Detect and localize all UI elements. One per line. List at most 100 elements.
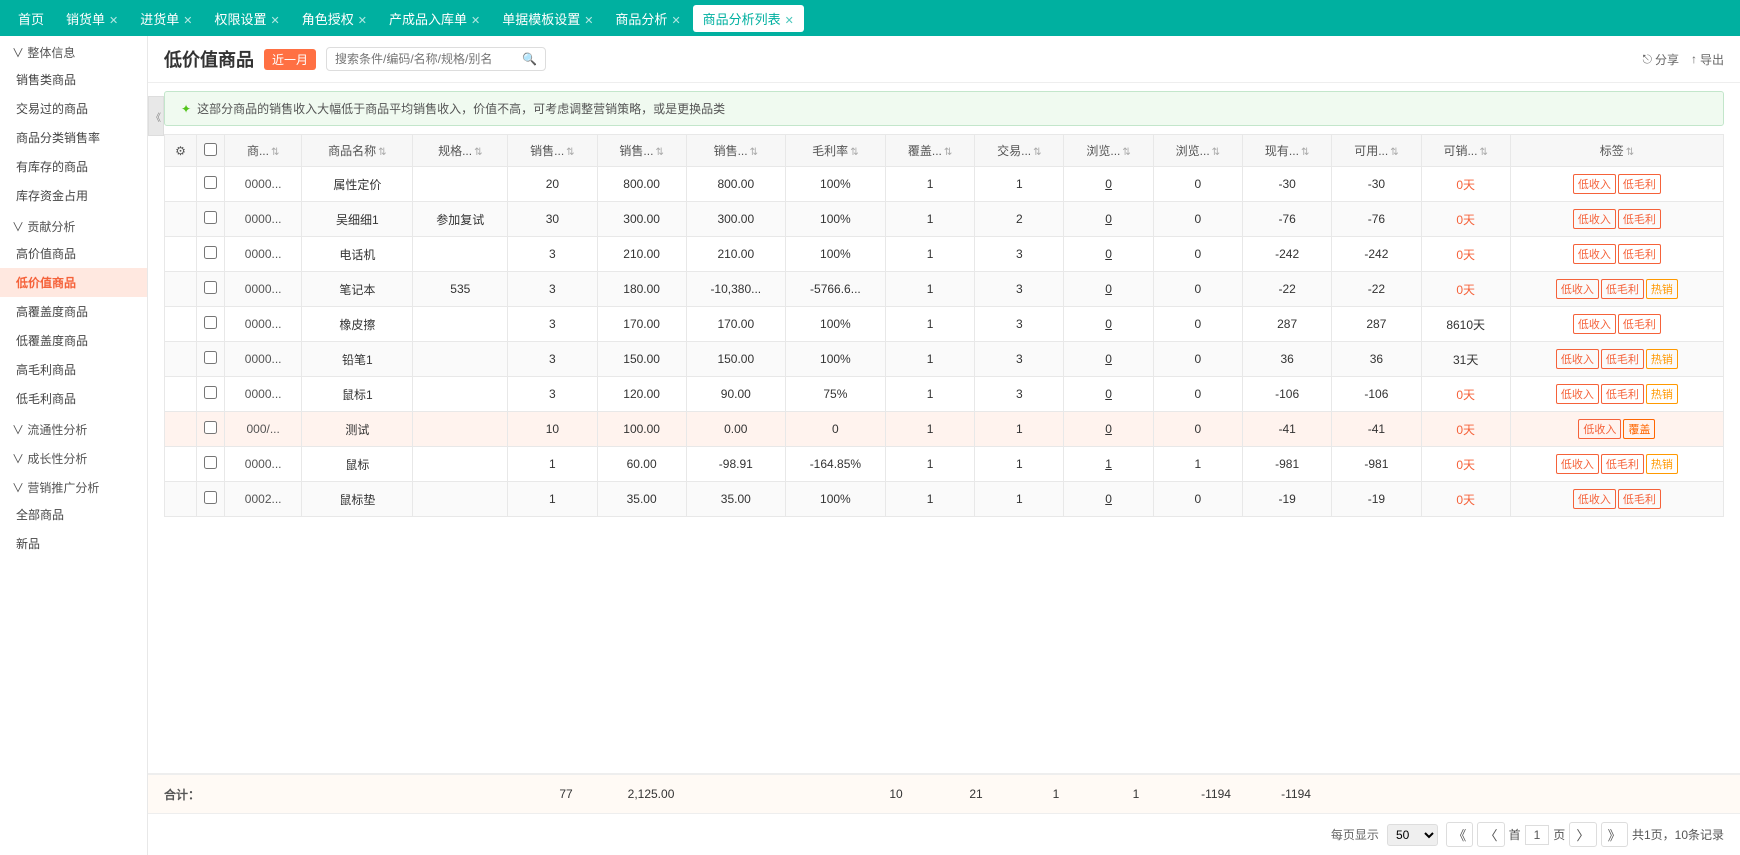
nav-permission-close[interactable]: ✕ <box>271 15 280 27</box>
browse-link[interactable]: 1 <box>1105 457 1112 471</box>
td-checkbox[interactable] <box>197 482 225 517</box>
browse-link[interactable]: 0 <box>1105 422 1112 436</box>
nav-product-analysis-list-close[interactable]: ✕ <box>785 15 794 27</box>
search-input[interactable] <box>335 52 518 66</box>
browse-link[interactable]: 0 <box>1105 492 1112 506</box>
search-icon[interactable]: 🔍 <box>522 52 537 66</box>
nav-template-close[interactable]: ✕ <box>584 15 593 27</box>
td-browse1[interactable]: 0 <box>1064 342 1153 377</box>
nav-product-inbound[interactable]: 产成品入库单✕ <box>379 5 490 32</box>
td-checkbox[interactable] <box>197 447 225 482</box>
row-checkbox[interactable] <box>204 456 217 469</box>
nav-home[interactable]: 首页 <box>8 5 54 32</box>
sidebar-item-all-goods[interactable]: 全部商品 <box>0 500 147 529</box>
th-current[interactable]: 现有...⇅ <box>1243 135 1332 167</box>
td-browse1[interactable]: 1 <box>1064 447 1153 482</box>
th-sales3[interactable]: 销售...⇅ <box>686 135 785 167</box>
browse-link[interactable]: 0 <box>1105 317 1112 331</box>
th-checkbox[interactable] <box>197 135 225 167</box>
row-checkbox[interactable] <box>204 351 217 364</box>
select-all-checkbox[interactable] <box>204 143 217 156</box>
nav-role-close[interactable]: ✕ <box>358 15 367 27</box>
td-browse1[interactable]: 0 <box>1064 482 1153 517</box>
sidebar-collapse-btn[interactable]: 《 <box>148 96 164 136</box>
td-browse1[interactable]: 0 <box>1064 167 1153 202</box>
td-browse1[interactable]: 0 <box>1064 412 1153 447</box>
th-browse1[interactable]: 浏览...⇅ <box>1064 135 1153 167</box>
nav-sales-close[interactable]: ✕ <box>109 15 118 27</box>
td-checkbox[interactable] <box>197 377 225 412</box>
sidebar-item-low-margin[interactable]: 低毛利商品 <box>0 384 147 413</box>
sidebar-item-category-sales[interactable]: 商品分类销售率 <box>0 123 147 152</box>
sidebar-item-high-value[interactable]: 高价值商品 <box>0 239 147 268</box>
td-browse1[interactable]: 0 <box>1064 272 1153 307</box>
th-name[interactable]: 商品名称⇅ <box>302 135 413 167</box>
sidebar-group-liquidity[interactable]: ∨ 流通性分析 <box>0 413 147 442</box>
sidebar-item-traded-goods[interactable]: 交易过的商品 <box>0 94 147 123</box>
td-checkbox[interactable] <box>197 202 225 237</box>
th-margin[interactable]: 毛利率⇅ <box>785 135 885 167</box>
nav-purchase[interactable]: 进货单✕ <box>130 5 202 32</box>
row-checkbox[interactable] <box>204 421 217 434</box>
row-checkbox[interactable] <box>204 386 217 399</box>
page-size-select[interactable]: 50 100 200 <box>1387 824 1438 846</box>
td-browse1[interactable]: 0 <box>1064 307 1153 342</box>
nav-permission[interactable]: 权限设置✕ <box>204 5 289 32</box>
nav-purchase-close[interactable]: ✕ <box>183 15 192 27</box>
th-browse2[interactable]: 浏览...⇅ <box>1153 135 1242 167</box>
th-code[interactable]: 商...⇅ <box>225 135 302 167</box>
th-spec[interactable]: 规格...⇅ <box>413 135 508 167</box>
browse-link[interactable]: 0 <box>1105 352 1112 366</box>
td-browse1[interactable]: 0 <box>1064 237 1153 272</box>
sidebar-item-new-goods[interactable]: 新品 <box>0 529 147 558</box>
th-settings[interactable]: ⚙ <box>165 135 197 167</box>
nav-product-analysis-close[interactable]: ✕ <box>671 15 680 27</box>
prev-page-btn[interactable]: 〈 <box>1477 822 1504 847</box>
browse-link[interactable]: 0 <box>1105 247 1112 261</box>
td-checkbox[interactable] <box>197 307 225 342</box>
td-checkbox[interactable] <box>197 342 225 377</box>
sidebar-group-growth[interactable]: ∨ 成长性分析 <box>0 442 147 471</box>
td-browse1[interactable]: 0 <box>1064 377 1153 412</box>
row-checkbox[interactable] <box>204 176 217 189</box>
row-checkbox[interactable] <box>204 281 217 294</box>
sidebar-item-sales-goods[interactable]: 销售类商品 <box>0 65 147 94</box>
sidebar-item-high-coverage[interactable]: 高覆盖度商品 <box>0 297 147 326</box>
nav-product-inbound-close[interactable]: ✕ <box>471 15 480 27</box>
browse-link[interactable]: 0 <box>1105 177 1112 191</box>
browse-link[interactable]: 0 <box>1105 282 1112 296</box>
th-transaction[interactable]: 交易...⇅ <box>975 135 1064 167</box>
row-checkbox[interactable] <box>204 316 217 329</box>
td-checkbox[interactable] <box>197 272 225 307</box>
nav-product-analysis[interactable]: 商品分析✕ <box>605 5 690 32</box>
sidebar-item-stock-capital[interactable]: 库存资金占用 <box>0 181 147 210</box>
row-checkbox[interactable] <box>204 211 217 224</box>
browse-link[interactable]: 0 <box>1105 212 1112 226</box>
th-sales1[interactable]: 销售...⇅ <box>508 135 597 167</box>
share-button[interactable]: ⎋ 分享 <box>1642 51 1679 68</box>
nav-role[interactable]: 角色授权✕ <box>292 5 377 32</box>
sidebar-item-stock-goods[interactable]: 有库存的商品 <box>0 152 147 181</box>
row-checkbox[interactable] <box>204 491 217 504</box>
time-range-tag[interactable]: 近一月 <box>264 49 316 70</box>
th-coverage[interactable]: 覆盖...⇅ <box>885 135 974 167</box>
export-button[interactable]: ↑ 导出 <box>1691 51 1724 68</box>
browse-link[interactable]: 0 <box>1105 387 1112 401</box>
last-page-btn[interactable]: 》 <box>1601 822 1628 847</box>
sidebar-item-low-coverage[interactable]: 低覆盖度商品 <box>0 326 147 355</box>
sidebar-item-low-value[interactable]: 低价值商品 <box>0 268 147 297</box>
nav-template[interactable]: 单据模板设置✕ <box>492 5 603 32</box>
next-page-btn[interactable]: 〉 <box>1569 822 1596 847</box>
td-browse1[interactable]: 0 <box>1064 202 1153 237</box>
nav-sales[interactable]: 销货单✕ <box>56 5 128 32</box>
row-checkbox[interactable] <box>204 246 217 259</box>
td-checkbox[interactable] <box>197 412 225 447</box>
th-tags[interactable]: 标签⇅ <box>1510 135 1723 167</box>
th-sales2[interactable]: 销售...⇅ <box>597 135 686 167</box>
sidebar-item-high-margin[interactable]: 高毛利商品 <box>0 355 147 384</box>
first-page-btn[interactable]: 《 <box>1446 822 1473 847</box>
nav-product-analysis-list[interactable]: 商品分析列表✕ <box>693 5 804 32</box>
th-saleable[interactable]: 可销...⇅ <box>1421 135 1510 167</box>
td-checkbox[interactable] <box>197 167 225 202</box>
th-available[interactable]: 可用...⇅ <box>1332 135 1421 167</box>
